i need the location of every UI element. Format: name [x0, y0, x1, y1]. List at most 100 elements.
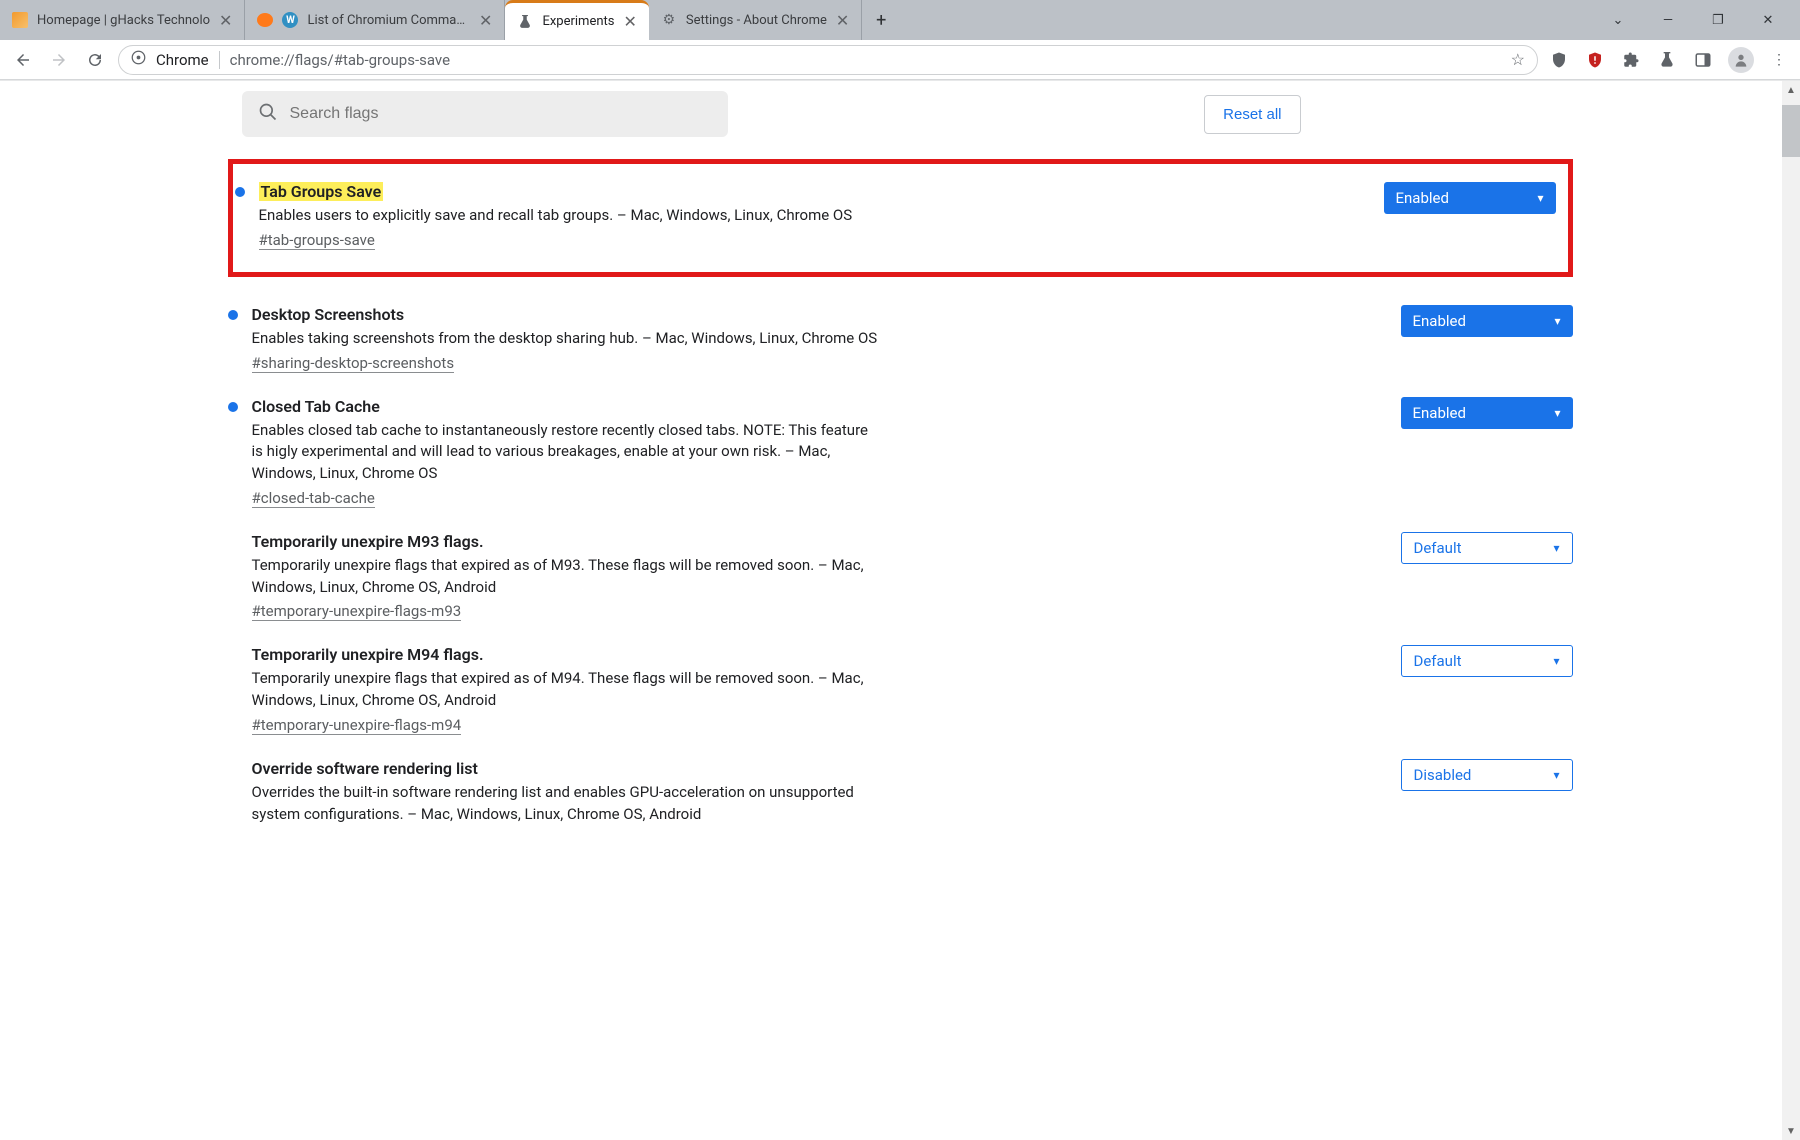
reset-all-button[interactable]: Reset all — [1204, 95, 1300, 134]
flags-page-header: Reset all — [228, 81, 1573, 147]
maximize-button[interactable]: ❐ — [1706, 13, 1730, 28]
favicon-ghacks — [12, 12, 28, 28]
flag-description: Temporarily unexpire flags that expired … — [252, 555, 878, 599]
labs-flask-icon[interactable] — [1656, 49, 1678, 71]
close-window-button[interactable]: ✕ — [1756, 13, 1780, 28]
flag-dot-col — [228, 532, 242, 622]
flag-hash-link[interactable]: #temporary-unexpire-flags-m94 — [252, 716, 462, 735]
flag-info: Tab Groups Save Enables users to explicit… — [235, 182, 885, 250]
kebab-menu-icon[interactable]: ⋮ — [1768, 49, 1790, 71]
tab-chromium-list[interactable]: W List of Chromium Command L ✕ — [245, 0, 505, 40]
chevron-down-icon: ▾ — [1553, 654, 1559, 668]
flag-state-value: Disabled — [1414, 766, 1472, 784]
scroll-thumb[interactable] — [1782, 105, 1800, 157]
flag-info: Temporarily unexpire M93 flags. Temporari… — [228, 532, 878, 622]
flag-hash-link[interactable]: #temporary-unexpire-flags-m93 — [252, 602, 462, 621]
flag-state-value: Enabled — [1396, 189, 1449, 207]
address-bar[interactable]: Chrome chrome://flags/#tab-groups-save ☆ — [118, 45, 1538, 75]
profile-avatar[interactable] — [1728, 47, 1754, 73]
close-icon[interactable]: ✕ — [479, 11, 492, 30]
flag-description: Enables closed tab cache to instantaneou… — [252, 420, 878, 485]
tab-experiments[interactable]: Experiments ✕ — [505, 0, 648, 40]
modified-dot-icon — [235, 187, 245, 197]
chevron-down-icon: ▾ — [1554, 406, 1560, 420]
flag-row: Tab Groups Save Enables users to explicit… — [228, 159, 1573, 277]
flag-title: Override software rendering list — [252, 759, 878, 778]
flag-title: Desktop Screenshots — [252, 305, 878, 324]
flag-state-value: Default — [1414, 539, 1462, 557]
flag-dot-col — [228, 397, 242, 508]
flags-search-box[interactable] — [242, 91, 728, 137]
new-tab-button[interactable]: + — [866, 10, 896, 31]
flag-title: Tab Groups Save — [259, 182, 384, 201]
gear-icon: ⚙ — [661, 12, 677, 28]
forward-button[interactable] — [46, 47, 72, 73]
close-icon[interactable]: ✕ — [624, 12, 637, 31]
back-button[interactable] — [10, 47, 36, 73]
flag-description: Enables taking screenshots from the desk… — [252, 328, 878, 350]
flag-state-select[interactable]: Default ▾ — [1401, 532, 1573, 564]
flag-dot-col — [235, 182, 249, 250]
flag-description: Temporarily unexpire flags that expired … — [252, 668, 878, 712]
flag-info: Override software rendering listOverride… — [228, 759, 878, 826]
flag-state-select[interactable]: Enabled▾ — [1401, 397, 1573, 429]
modified-dot-icon — [228, 310, 238, 320]
flag-dot-col — [228, 305, 242, 373]
site-info-icon[interactable] — [131, 50, 146, 69]
shield-red-icon[interactable] — [1584, 49, 1606, 71]
flag-row: Temporarily unexpire M94 flags. Temporari… — [228, 633, 1573, 747]
flags-search-input[interactable] — [290, 105, 712, 123]
flag-hash-link[interactable]: #sharing-desktop-screenshots — [252, 354, 455, 373]
chevron-down-icon: ▾ — [1553, 541, 1559, 555]
flag-state-select[interactable]: Default ▾ — [1401, 645, 1573, 677]
flag-state-value: Enabled — [1413, 312, 1466, 330]
tab-settings[interactable]: ⚙ Settings - About Chrome ✕ — [649, 0, 862, 40]
minimize-button[interactable]: ― — [1656, 13, 1680, 28]
extensions-icon[interactable] — [1620, 49, 1642, 71]
flag-state-value: Default — [1414, 652, 1462, 670]
tab-title: Experiments — [542, 14, 614, 29]
flag-dot-col — [228, 759, 242, 826]
reload-button[interactable] — [82, 47, 108, 73]
flag-hash-link[interactable]: #tab-groups-save — [259, 231, 375, 250]
flag-row: Closed Tab CacheEnables closed tab cache… — [228, 385, 1573, 520]
omnibox-separator — [219, 51, 220, 69]
site-chip: Chrome — [156, 51, 209, 69]
close-icon[interactable]: ✕ — [219, 11, 232, 30]
flag-info: Temporarily unexpire M94 flags. Temporari… — [228, 645, 878, 735]
chevron-down-icon: ▾ — [1537, 191, 1543, 205]
flask-icon — [517, 14, 533, 30]
flag-description: Enables users to explicitly save and rec… — [259, 205, 885, 227]
modified-dot-icon — [228, 402, 238, 412]
favicon-dot — [257, 13, 273, 27]
tab-title: List of Chromium Command L — [307, 13, 470, 28]
flag-hash-link[interactable]: #closed-tab-cache — [252, 489, 375, 508]
window-controls: ⌄ ― ❐ ✕ — [1592, 13, 1794, 28]
flag-title: Temporarily unexpire M94 flags. — [252, 645, 878, 664]
flag-info: Closed Tab CacheEnables closed tab cache… — [228, 397, 878, 508]
tab-ghacks[interactable]: Homepage | gHacks Technolo ✕ — [0, 0, 245, 40]
browser-toolbar: Chrome chrome://flags/#tab-groups-save ☆… — [0, 40, 1800, 80]
ublock-icon[interactable] — [1548, 49, 1570, 71]
tab-title: Homepage | gHacks Technolo — [37, 13, 210, 28]
chevron-down-icon[interactable]: ⌄ — [1606, 13, 1630, 28]
scrollbar[interactable]: ▲ ▼ — [1782, 81, 1800, 1140]
scroll-up-button[interactable]: ▲ — [1782, 81, 1800, 99]
page-viewport: Reset all Tab Groups Save Enables users t… — [0, 80, 1800, 1140]
close-icon[interactable]: ✕ — [836, 11, 849, 30]
chevron-down-icon: ▾ — [1554, 314, 1560, 328]
browser-tab-strip: Homepage | gHacks Technolo ✕ W List of C… — [0, 0, 1800, 40]
tab-title: Settings - About Chrome — [686, 13, 827, 28]
bookmark-star-icon[interactable]: ☆ — [1511, 50, 1525, 69]
side-panel-icon[interactable] — [1692, 49, 1714, 71]
flag-row: Override software rendering listOverride… — [228, 747, 1573, 838]
flag-state-select[interactable]: Disabled ▾ — [1401, 759, 1573, 791]
chevron-down-icon: ▾ — [1553, 768, 1559, 782]
scroll-down-button[interactable]: ▼ — [1782, 1122, 1800, 1140]
flag-row: Desktop Screenshots Enables taking screen… — [228, 293, 1573, 385]
flag-dot-col — [228, 645, 242, 735]
flag-title: Temporarily unexpire M93 flags. — [252, 532, 878, 551]
search-icon — [258, 102, 278, 126]
flag-state-select[interactable]: Enabled ▾ — [1384, 182, 1556, 214]
flag-state-select[interactable]: Enabled ▾ — [1401, 305, 1573, 337]
